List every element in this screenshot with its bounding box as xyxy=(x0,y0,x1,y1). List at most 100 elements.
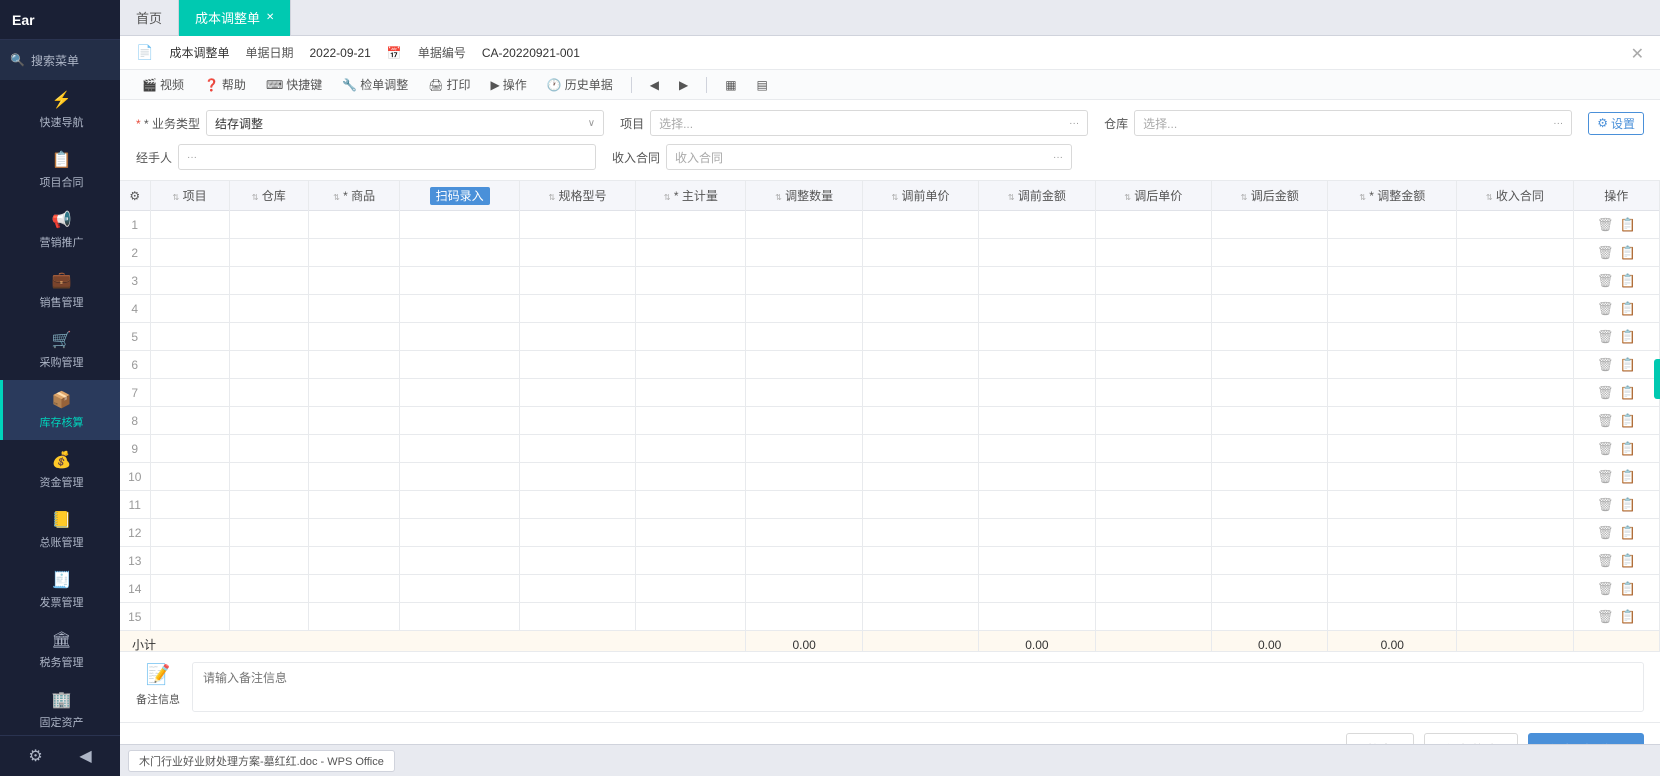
copy-icon[interactable]: 📋 xyxy=(1619,217,1635,233)
cell-post-unit-price[interactable] xyxy=(1095,491,1211,519)
cell-income-contract[interactable] xyxy=(1457,519,1573,547)
cell-adjust-amount[interactable] xyxy=(1328,463,1457,491)
cell-adjust-amount[interactable] xyxy=(1328,295,1457,323)
cell-warehouse[interactable] xyxy=(229,295,308,323)
scan-button[interactable]: 扫码录入 xyxy=(430,187,490,205)
cell-post-amount[interactable] xyxy=(1211,295,1327,323)
col-pre-unit-price[interactable]: ⇅ 调前单价 xyxy=(862,181,978,211)
cell-pre-amount[interactable] xyxy=(979,547,1095,575)
delete-icon[interactable]: 🗑 xyxy=(1597,609,1614,625)
cell-pre-amount[interactable] xyxy=(979,239,1095,267)
copy-icon[interactable]: 📋 xyxy=(1619,301,1635,317)
sidebar-item-funds[interactable]: 💰 资金管理 xyxy=(0,440,120,500)
sort-arrows-income-contract[interactable]: ⇅ xyxy=(1486,193,1493,202)
income-contract-input[interactable]: 收入合同 ··· xyxy=(666,144,1072,170)
cell-scan[interactable] xyxy=(400,519,519,547)
cell-unit[interactable] xyxy=(636,463,746,491)
cell-income-contract[interactable] xyxy=(1457,211,1573,239)
cell-spec[interactable] xyxy=(519,547,635,575)
cell-spec[interactable] xyxy=(519,239,635,267)
cell-scan[interactable] xyxy=(400,603,519,631)
cell-pre-amount[interactable] xyxy=(979,379,1095,407)
sort-arrows-product[interactable]: ⇅ xyxy=(333,193,340,202)
copy-icon[interactable]: 📋 xyxy=(1619,357,1635,373)
cell-warehouse[interactable] xyxy=(229,239,308,267)
sidebar-item-inventory[interactable]: 📦 库存核算 xyxy=(0,380,120,440)
cell-warehouse[interactable] xyxy=(229,379,308,407)
view-button[interactable]: 🎬 视频 xyxy=(136,74,190,95)
tab-home[interactable]: 首页 xyxy=(120,0,179,36)
cell-scan[interactable] xyxy=(400,351,519,379)
cell-post-unit-price[interactable] xyxy=(1095,463,1211,491)
cell-project[interactable] xyxy=(150,575,229,603)
cell-project[interactable] xyxy=(150,435,229,463)
delete-icon[interactable]: 🗑 xyxy=(1597,469,1614,485)
cell-spec[interactable] xyxy=(519,351,635,379)
cell-pre-amount[interactable] xyxy=(979,351,1095,379)
cell-adjust-amount[interactable] xyxy=(1328,239,1457,267)
cell-project[interactable] xyxy=(150,267,229,295)
delete-icon[interactable]: 🗑 xyxy=(1597,553,1614,569)
cell-income-contract[interactable] xyxy=(1457,407,1573,435)
cell-warehouse[interactable] xyxy=(229,575,308,603)
col-product[interactable]: ⇅ * 商品 xyxy=(308,181,400,211)
cell-unit[interactable] xyxy=(636,379,746,407)
col-pre-amount[interactable]: ⇅ 调前金额 xyxy=(979,181,1095,211)
cell-post-unit-price[interactable] xyxy=(1095,407,1211,435)
cell-product[interactable] xyxy=(308,407,400,435)
cell-unit[interactable] xyxy=(636,239,746,267)
cell-product[interactable] xyxy=(308,239,400,267)
cell-income-contract[interactable] xyxy=(1457,323,1573,351)
cell-pre-amount[interactable] xyxy=(979,603,1095,631)
cell-pre-amount[interactable] xyxy=(979,211,1095,239)
layout1-button[interactable]: ▦ xyxy=(719,76,742,94)
cell-adjust-qty[interactable] xyxy=(746,435,862,463)
cell-unit[interactable] xyxy=(636,547,746,575)
cell-post-unit-price[interactable] xyxy=(1095,323,1211,351)
cell-pre-unit-price[interactable] xyxy=(862,603,978,631)
col-settings[interactable]: ⚙ xyxy=(120,181,150,211)
cell-scan[interactable] xyxy=(400,239,519,267)
sort-arrows-warehouse[interactable]: ⇅ xyxy=(252,193,259,202)
copy-icon[interactable]: 📋 xyxy=(1619,581,1635,597)
cell-post-amount[interactable] xyxy=(1211,267,1327,295)
cell-post-unit-price[interactable] xyxy=(1095,239,1211,267)
cell-project[interactable] xyxy=(150,491,229,519)
cell-scan[interactable] xyxy=(400,295,519,323)
cell-adjust-amount[interactable] xyxy=(1328,211,1457,239)
cell-post-unit-price[interactable] xyxy=(1095,435,1211,463)
cell-post-unit-price[interactable] xyxy=(1095,603,1211,631)
cell-adjust-qty[interactable] xyxy=(746,575,862,603)
col-adjust-amount[interactable]: ⇅ * 调整金额 xyxy=(1328,181,1457,211)
cell-spec[interactable] xyxy=(519,295,635,323)
cell-spec[interactable] xyxy=(519,575,635,603)
cell-project[interactable] xyxy=(150,463,229,491)
cell-adjust-amount[interactable] xyxy=(1328,435,1457,463)
cell-project[interactable] xyxy=(150,379,229,407)
sidebar-item-quick-nav[interactable]: ⚡ 快速导航 xyxy=(0,80,120,140)
cell-project[interactable] xyxy=(150,351,229,379)
col-spec[interactable]: ⇅ 规格型号 xyxy=(519,181,635,211)
cell-scan[interactable] xyxy=(400,547,519,575)
cell-pre-unit-price[interactable] xyxy=(862,575,978,603)
col-unit[interactable]: ⇅ * 主计量 xyxy=(636,181,746,211)
settings-icon[interactable]: ⚙ xyxy=(28,746,42,766)
cell-spec[interactable] xyxy=(519,435,635,463)
cell-project[interactable] xyxy=(150,603,229,631)
cell-warehouse[interactable] xyxy=(229,267,308,295)
check-adjust-button[interactable]: 🔧 检单调整 xyxy=(336,74,414,95)
cell-product[interactable] xyxy=(308,519,400,547)
cell-post-amount[interactable] xyxy=(1211,435,1327,463)
business-type-value[interactable]: 结存调整 ∨ xyxy=(206,110,604,136)
settings-button[interactable]: ⚙ 设置 xyxy=(1588,112,1644,135)
cell-income-contract[interactable] xyxy=(1457,603,1573,631)
cell-adjust-qty[interactable] xyxy=(746,407,862,435)
cell-unit[interactable] xyxy=(636,407,746,435)
cell-pre-unit-price[interactable] xyxy=(862,267,978,295)
cell-warehouse[interactable] xyxy=(229,491,308,519)
cell-warehouse[interactable] xyxy=(229,463,308,491)
cell-project[interactable] xyxy=(150,295,229,323)
cell-pre-amount[interactable] xyxy=(979,519,1095,547)
cell-post-amount[interactable] xyxy=(1211,575,1327,603)
prev-button[interactable]: ◀ xyxy=(644,76,665,94)
